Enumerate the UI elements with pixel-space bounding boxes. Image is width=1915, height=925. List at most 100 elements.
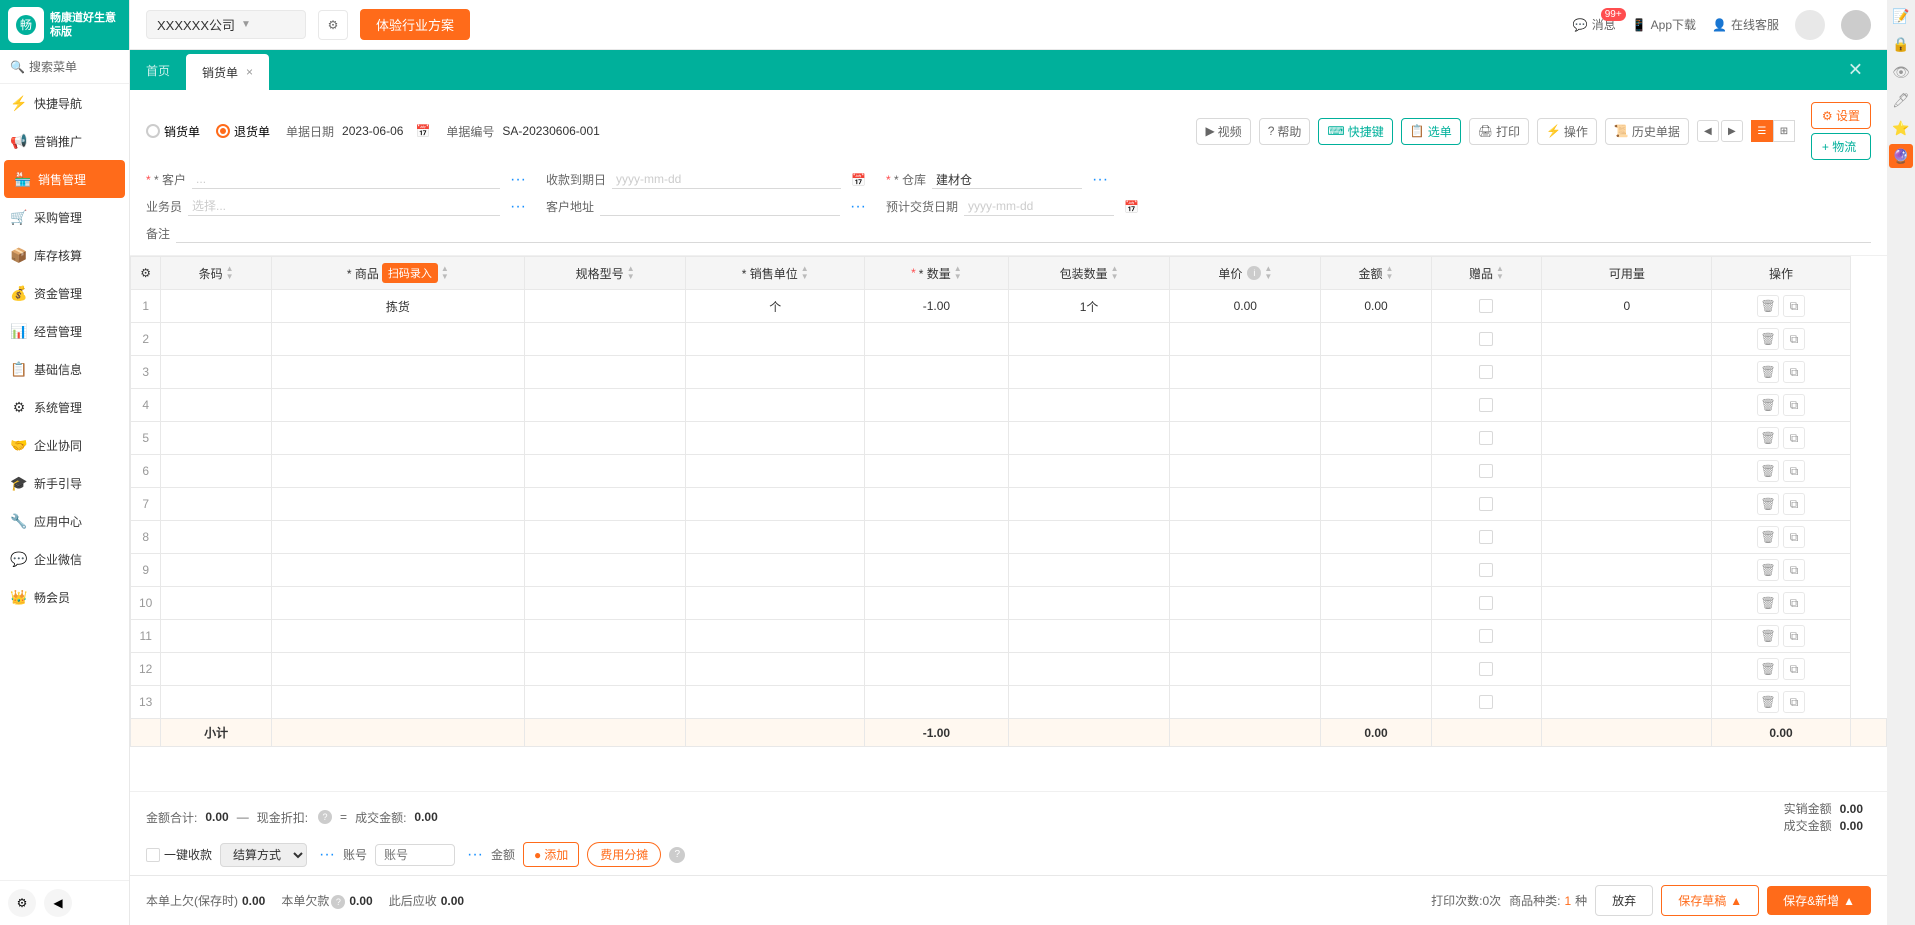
logistics-button[interactable]: + 物流 bbox=[1811, 133, 1871, 160]
sidebar-item-search[interactable]: 🔍 搜索菜单 bbox=[0, 50, 129, 84]
gift-checkbox[interactable] bbox=[1479, 662, 1493, 676]
delete-row[interactable]: 🗑 bbox=[1757, 658, 1779, 680]
sales-order-radio[interactable]: 销货单 bbox=[146, 123, 200, 140]
help-button[interactable]: ? 帮助 bbox=[1259, 118, 1311, 145]
scan-button[interactable]: 扫码录入 bbox=[382, 263, 438, 283]
barcode-1[interactable] bbox=[161, 290, 271, 323]
gift-checkbox-1[interactable] bbox=[1479, 299, 1493, 313]
right-panel-icon-5[interactable]: ⭐ bbox=[1889, 116, 1913, 140]
due-date-input[interactable] bbox=[612, 170, 841, 189]
shortcut-button[interactable]: ⌨ 快捷键 bbox=[1318, 118, 1392, 145]
sidebar-item-purchase[interactable]: 🛒 采购管理 bbox=[0, 198, 129, 236]
col-settings[interactable]: ⚙ bbox=[131, 257, 161, 290]
user-avatar[interactable] bbox=[1795, 10, 1825, 40]
copy-row[interactable]: ⧉ bbox=[1783, 592, 1805, 614]
sidebar-item-system[interactable]: ⚙ 系统管理 bbox=[0, 388, 129, 426]
gift-checkbox[interactable] bbox=[1479, 530, 1493, 544]
delete-row[interactable]: 🗑 bbox=[1757, 559, 1779, 581]
return-order-radio[interactable]: 退货单 bbox=[216, 123, 270, 140]
delete-row[interactable]: 🗑 bbox=[1757, 394, 1779, 416]
company-selector[interactable]: XXXXXX公司 ▼ bbox=[146, 10, 306, 39]
tab-home[interactable]: 首页 bbox=[130, 50, 186, 90]
save-new-button[interactable]: 保存&新增 ▲ bbox=[1767, 886, 1871, 915]
spec-1[interactable] bbox=[524, 290, 686, 323]
message-button[interactable]: 💬 消息 99+ bbox=[1573, 16, 1616, 33]
addr-more-icon[interactable]: ··· bbox=[850, 198, 866, 216]
account-more-icon[interactable]: ··· bbox=[467, 846, 483, 864]
right-panel-icon-6[interactable]: 🔮 bbox=[1889, 144, 1913, 168]
sidebar-item-apps[interactable]: 🔧 应用中心 bbox=[0, 502, 129, 540]
customer-input[interactable] bbox=[192, 170, 500, 189]
delete-row[interactable]: 🗑 bbox=[1757, 592, 1779, 614]
delete-row[interactable]: 🗑 bbox=[1757, 328, 1779, 350]
sidebar-item-finance[interactable]: 💰 资金管理 bbox=[0, 274, 129, 312]
copy-row[interactable]: ⧉ bbox=[1783, 625, 1805, 647]
select-order-button[interactable]: 📋 选单 bbox=[1401, 118, 1461, 145]
copy-row-1[interactable]: ⧉ bbox=[1783, 295, 1805, 317]
copy-row[interactable]: ⧉ bbox=[1783, 493, 1805, 515]
sidebar-item-sales[interactable]: 🏪 销售管理 bbox=[4, 160, 125, 198]
list-view-button[interactable]: ☰ bbox=[1751, 120, 1773, 142]
expected-date-input[interactable] bbox=[964, 197, 1114, 216]
gift-checkbox[interactable] bbox=[1479, 563, 1493, 577]
delete-row[interactable]: 🗑 bbox=[1757, 625, 1779, 647]
expense-help-icon[interactable]: ? bbox=[669, 847, 685, 863]
history-button[interactable]: 📜 历史单据 bbox=[1605, 118, 1689, 145]
date-calendar-icon[interactable]: 📅 bbox=[415, 124, 430, 138]
next-arrow[interactable]: ▶ bbox=[1721, 120, 1743, 142]
sidebar-item-inventory[interactable]: 📦 库存核算 bbox=[0, 236, 129, 274]
pkg-qty-1[interactable]: 1个 bbox=[1008, 290, 1170, 323]
copy-row[interactable]: ⧉ bbox=[1783, 559, 1805, 581]
grid-view-button[interactable]: ⊞ bbox=[1773, 120, 1795, 142]
debt-info-icon[interactable]: ? bbox=[331, 895, 345, 909]
copy-row[interactable]: ⧉ bbox=[1783, 691, 1805, 713]
right-panel-icon-4[interactable]: 🖊 bbox=[1889, 88, 1913, 112]
settings-button[interactable]: ⚙ ⚙ 设置设置 bbox=[1811, 102, 1871, 129]
delete-row[interactable]: 🗑 bbox=[1757, 361, 1779, 383]
delete-row[interactable]: 🗑 bbox=[1757, 691, 1779, 713]
one-click-pay-check[interactable] bbox=[146, 848, 160, 862]
user-avatar-2[interactable] bbox=[1841, 10, 1871, 40]
tab-bar-close-icon[interactable]: ✕ bbox=[1848, 60, 1863, 81]
online-service-button[interactable]: 👤 在线客服 bbox=[1712, 16, 1779, 33]
settlement-more-icon[interactable]: ··· bbox=[319, 846, 335, 864]
gift-checkbox[interactable] bbox=[1479, 497, 1493, 511]
expense-split-button[interactable]: 费用分摊 bbox=[587, 842, 661, 867]
tab-close-icon[interactable]: × bbox=[246, 65, 253, 79]
gift-checkbox[interactable] bbox=[1479, 596, 1493, 610]
gift-checkbox[interactable] bbox=[1479, 629, 1493, 643]
sidebar-item-guide[interactable]: 🎓 新手引导 bbox=[0, 464, 129, 502]
gift-checkbox[interactable] bbox=[1479, 365, 1493, 379]
price-1[interactable]: 0.00 bbox=[1170, 290, 1321, 323]
tab-sales-order[interactable]: 销货单 × bbox=[186, 54, 269, 90]
sidebar-item-marketing[interactable]: 📢 营销推广 bbox=[0, 122, 129, 160]
warehouse-more-icon[interactable]: ··· bbox=[1092, 171, 1108, 189]
one-click-pay-checkbox[interactable]: 一键收款 bbox=[146, 846, 212, 863]
sidebar-collapse-icon[interactable]: ◀ bbox=[44, 889, 72, 917]
customer-addr-input[interactable] bbox=[600, 197, 840, 216]
gift-checkbox[interactable] bbox=[1479, 332, 1493, 346]
trial-button[interactable]: 体验行业方案 bbox=[360, 9, 470, 40]
discard-button[interactable]: 放弃 bbox=[1595, 885, 1653, 916]
right-panel-icon-1[interactable]: 📝 bbox=[1889, 4, 1913, 28]
table-settings-icon[interactable]: ⚙ bbox=[140, 266, 151, 280]
sidebar-item-quick-nav[interactable]: ⚡ 快捷导航 bbox=[0, 84, 129, 122]
gift-checkbox[interactable] bbox=[1479, 695, 1493, 709]
prev-arrow[interactable]: ◀ bbox=[1697, 120, 1719, 142]
due-date-calendar-icon[interactable]: 📅 bbox=[851, 173, 866, 187]
sidebar-settings-icon[interactable]: ⚙ bbox=[8, 889, 36, 917]
qty-1[interactable]: -1.00 bbox=[864, 290, 1008, 323]
sidebar-item-enterprise[interactable]: 🤝 企业协同 bbox=[0, 426, 129, 464]
copy-row[interactable]: ⧉ bbox=[1783, 394, 1805, 416]
copy-row[interactable]: ⧉ bbox=[1783, 328, 1805, 350]
warehouse-input[interactable] bbox=[932, 170, 1082, 189]
sidebar-item-wechat[interactable]: 💬 企业微信 bbox=[0, 540, 129, 578]
sidebar-item-basics[interactable]: 📋 基础信息 bbox=[0, 350, 129, 388]
operation-button[interactable]: ⚡ 操作 bbox=[1537, 118, 1597, 145]
video-button[interactable]: ▶ 视频 bbox=[1196, 118, 1250, 145]
salesperson-more-icon[interactable]: ··· bbox=[510, 198, 526, 216]
sidebar-item-operations[interactable]: 📊 经营管理 bbox=[0, 312, 129, 350]
customer-more-icon[interactable]: ··· bbox=[510, 171, 526, 189]
copy-row[interactable]: ⧉ bbox=[1783, 460, 1805, 482]
copy-row[interactable]: ⧉ bbox=[1783, 361, 1805, 383]
